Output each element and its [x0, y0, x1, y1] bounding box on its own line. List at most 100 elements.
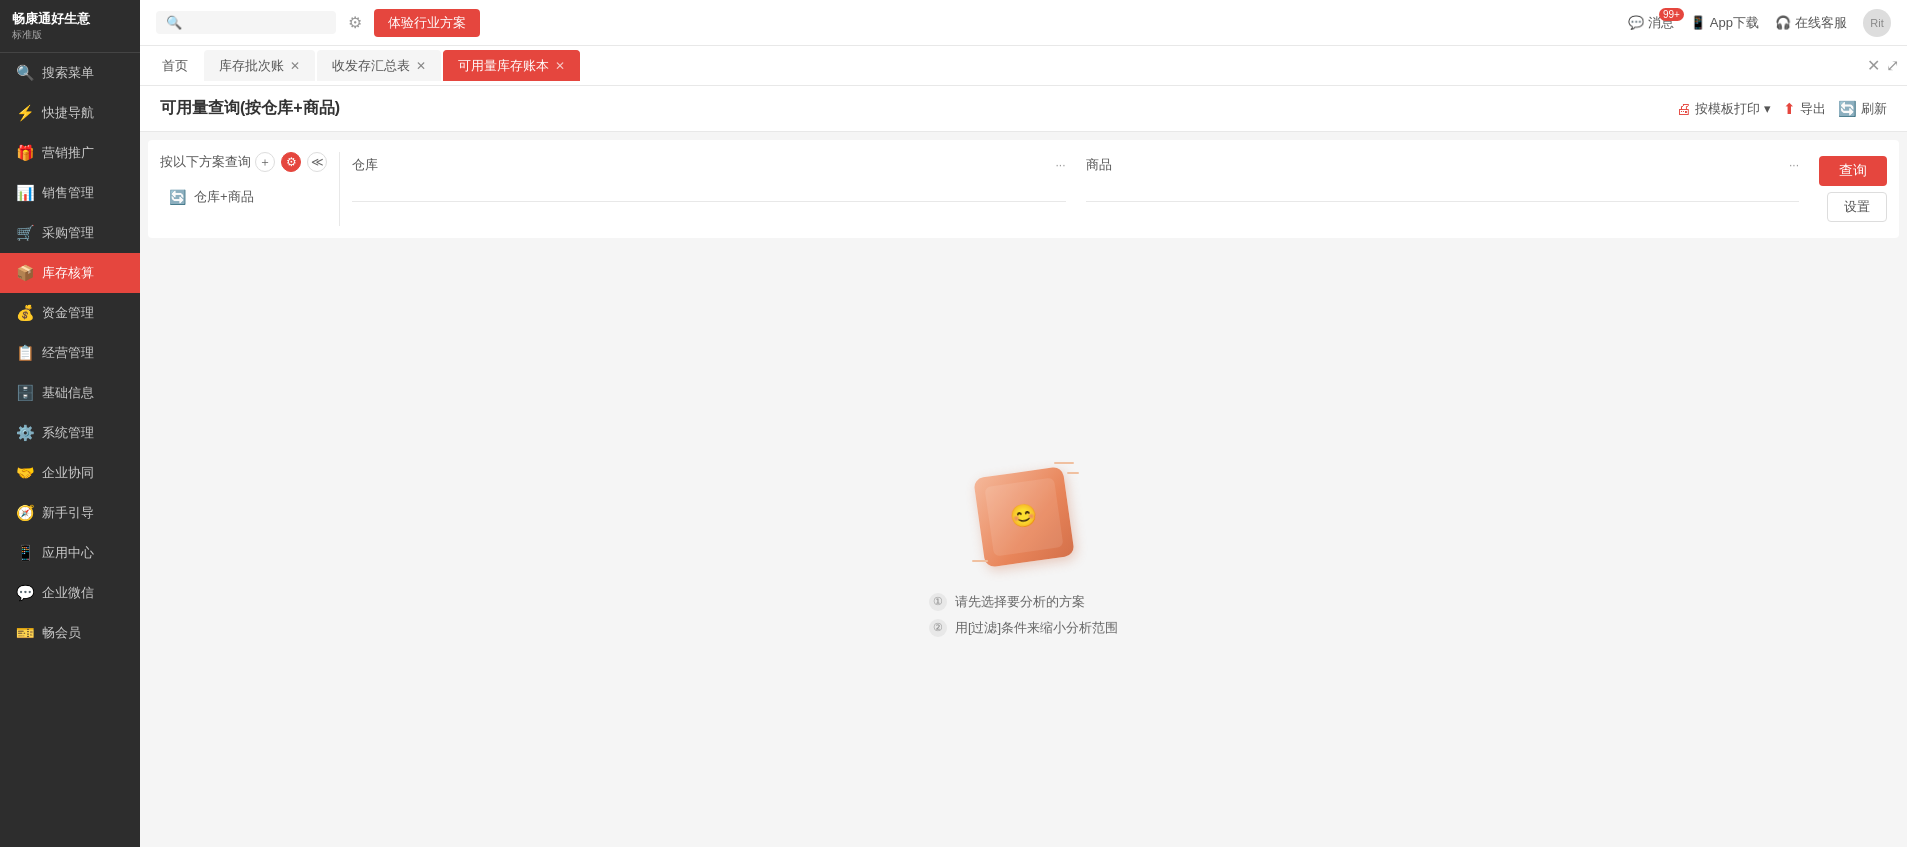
tip-text-1: 请先选择要分析的方案	[955, 593, 1085, 611]
tip-number-1: ①	[929, 593, 947, 611]
filter-area: 按以下方案查询 ＋ ⚙ ≪ 🔄 仓库+商品 仓库 ···	[148, 140, 1899, 238]
sidebar: 畅康通好生意 标准版 🔍 搜索菜单 ⚡ 快捷导航 🎁 营销推广 📊 销售管理 🛒…	[0, 0, 140, 847]
sidebar-item-purchase[interactable]: 🛒 采购管理	[0, 213, 140, 253]
sidebar-item-base[interactable]: 🗄️ 基础信息	[0, 373, 140, 413]
sidebar-icon-shortcut: ⚡	[16, 104, 34, 122]
product-filter-field: 商品 ···	[1086, 156, 1800, 202]
query-button[interactable]: 查询	[1819, 156, 1887, 186]
sidebar-icon-membership: 🎫	[16, 624, 34, 642]
settings-gear-icon[interactable]: ⚙	[348, 13, 362, 32]
logo-title: 畅康通好生意	[12, 10, 128, 28]
tab-receive-summary[interactable]: 收发存汇总表✕	[317, 50, 441, 81]
refresh-button[interactable]: 🔄 刷新	[1838, 100, 1887, 118]
collapse-scheme-button[interactable]: ≪	[307, 152, 327, 172]
filter-fields: 仓库 ··· 商品 ··· 查询 设置	[352, 152, 1887, 226]
sidebar-item-search[interactable]: 🔍 搜索菜单	[0, 53, 140, 93]
sidebar-item-system[interactable]: ⚙️ 系统管理	[0, 413, 140, 453]
sidebar-item-inventory[interactable]: 📦 库存核算	[0, 253, 140, 293]
sidebar-item-sales[interactable]: 📊 销售管理	[0, 173, 140, 213]
warehouse-input[interactable]	[352, 178, 1066, 202]
sidebar-icon-operation: 📋	[16, 344, 34, 362]
sidebar-icon-search: 🔍	[16, 64, 34, 82]
sidebar-icon-marketing-promote: 🎁	[16, 144, 34, 162]
main-content: 🔍 ⚙ 体验行业方案 💬 消息 99+ 📱 App下载 🎧 在线客服 Rit	[140, 0, 1907, 847]
sidebar-item-marketing-promote[interactable]: 🎁 营销推广	[0, 133, 140, 173]
tab-available-ledger[interactable]: 可用量库存账本✕	[443, 50, 580, 81]
page-body: 可用量查询(按仓库+商品) 🖨 按模板打印 ▾ ⬆ 导出 🔄 刷新	[140, 86, 1907, 847]
tab-close-batch-account[interactable]: ✕	[290, 60, 300, 72]
sidebar-item-finance[interactable]: 💰 资金管理	[0, 293, 140, 333]
tab-close-receive-summary[interactable]: ✕	[416, 60, 426, 72]
sidebar-label-shortcut: 快捷导航	[42, 104, 94, 122]
trial-button[interactable]: 体验行业方案	[374, 9, 480, 37]
tab-home[interactable]: 首页	[148, 51, 202, 81]
sidebar-icon-enterprise: 🤝	[16, 464, 34, 482]
sidebar-label-operation: 经营管理	[42, 344, 94, 362]
message-icon: 💬	[1628, 15, 1644, 30]
user-avatar[interactable]: Rit	[1863, 9, 1891, 37]
empty-state: 😊 ① 请先选择要分析的方案 ② 用[过滤]条件来缩小分析范围	[140, 246, 1907, 847]
tab-label-batch-account: 库存批次账	[219, 57, 284, 75]
app-download-button[interactable]: 📱 App下载	[1690, 14, 1759, 32]
print-button[interactable]: 🖨 按模板打印 ▾	[1676, 100, 1771, 118]
sidebar-label-finance: 资金管理	[42, 304, 94, 322]
sidebar-icon-inventory: 📦	[16, 264, 34, 282]
sidebar-label-wechat: 企业微信	[42, 584, 94, 602]
logo-sub: 标准版	[12, 28, 128, 42]
filter-schemes-label: 按以下方案查询	[160, 153, 251, 171]
search-icon: 🔍	[166, 15, 182, 30]
empty-tip-1: ① 请先选择要分析的方案	[929, 593, 1118, 611]
empty-state-tips: ① 请先选择要分析的方案 ② 用[过滤]条件来缩小分析范围	[929, 593, 1118, 637]
maximize-tab-button[interactable]: ⤢	[1886, 56, 1899, 75]
warehouse-label-text: 仓库	[352, 156, 378, 174]
scheme-warehouse-product[interactable]: 🔄 仓库+商品	[160, 182, 327, 212]
print-label: 按模板打印	[1695, 100, 1760, 118]
product-field-label: 商品 ···	[1086, 156, 1800, 174]
service-icon: 🎧	[1775, 15, 1791, 30]
sidebar-item-membership[interactable]: 🎫 畅会员	[0, 613, 140, 653]
sidebar-scroll: 🔍 搜索菜单 ⚡ 快捷导航 🎁 营销推广 📊 销售管理 🛒 采购管理 📦 库存核…	[0, 53, 140, 847]
sidebar-item-enterprise[interactable]: 🤝 企业协同	[0, 453, 140, 493]
tab-label-home: 首页	[162, 57, 188, 75]
topbar-search-box: 🔍	[156, 11, 336, 34]
messages-button[interactable]: 💬 消息 99+	[1628, 14, 1674, 32]
sidebar-item-operation[interactable]: 📋 经营管理	[0, 333, 140, 373]
sidebar-label-search: 搜索菜单	[42, 64, 94, 82]
scheme-label: 仓库+商品	[194, 188, 254, 206]
app-icon: 📱	[1690, 15, 1706, 30]
app-download-label: App下载	[1710, 14, 1759, 32]
sidebar-label-sales: 销售管理	[42, 184, 94, 202]
product-input[interactable]	[1086, 178, 1800, 202]
sidebar-item-wechat[interactable]: 💬 企业微信	[0, 573, 140, 613]
sidebar-item-shortcut[interactable]: ⚡ 快捷导航	[0, 93, 140, 133]
warehouse-more-button[interactable]: ···	[1055, 158, 1065, 172]
tab-batch-account[interactable]: 库存批次账 ✕	[204, 50, 315, 81]
export-button[interactable]: ⬆ 导出	[1783, 100, 1826, 118]
sidebar-icon-app-center: 📱	[16, 544, 34, 562]
filter-schemes-header: 按以下方案查询 ＋ ⚙ ≪	[160, 152, 327, 172]
product-more-button[interactable]: ···	[1789, 158, 1799, 172]
sidebar-label-enterprise: 企业协同	[42, 464, 94, 482]
warehouse-field-label: 仓库 ···	[352, 156, 1066, 174]
page-header-actions: 🖨 按模板打印 ▾ ⬆ 导出 🔄 刷新	[1676, 100, 1887, 118]
add-scheme-button[interactable]: ＋	[255, 152, 275, 172]
product-label-text: 商品	[1086, 156, 1112, 174]
sidebar-label-marketing-promote: 营销推广	[42, 144, 94, 162]
settings-button[interactable]: 设置	[1827, 192, 1887, 222]
online-service-button[interactable]: 🎧 在线客服	[1775, 14, 1847, 32]
topbar: 🔍 ⚙ 体验行业方案 💬 消息 99+ 📱 App下载 🎧 在线客服 Rit	[140, 0, 1907, 46]
sidebar-item-app-center[interactable]: 📱 应用中心	[0, 533, 140, 573]
scheme-icon: 🔄	[168, 188, 186, 206]
sidebar-label-system: 系统管理	[42, 424, 94, 442]
page-title: 可用量查询(按仓库+商品)	[160, 98, 340, 119]
messages-badge: 99+	[1659, 8, 1684, 21]
search-input[interactable]	[188, 16, 308, 30]
close-tab-button[interactable]: ✕	[1867, 56, 1880, 75]
export-label: 导出	[1800, 100, 1826, 118]
sidebar-item-newbie[interactable]: 🧭 新手引导	[0, 493, 140, 533]
sidebar-icon-newbie: 🧭	[16, 504, 34, 522]
sidebar-icon-finance: 💰	[16, 304, 34, 322]
sidebar-label-app-center: 应用中心	[42, 544, 94, 562]
tab-close-available-ledger[interactable]: ✕	[555, 60, 565, 72]
settings-scheme-button[interactable]: ⚙	[281, 152, 301, 172]
